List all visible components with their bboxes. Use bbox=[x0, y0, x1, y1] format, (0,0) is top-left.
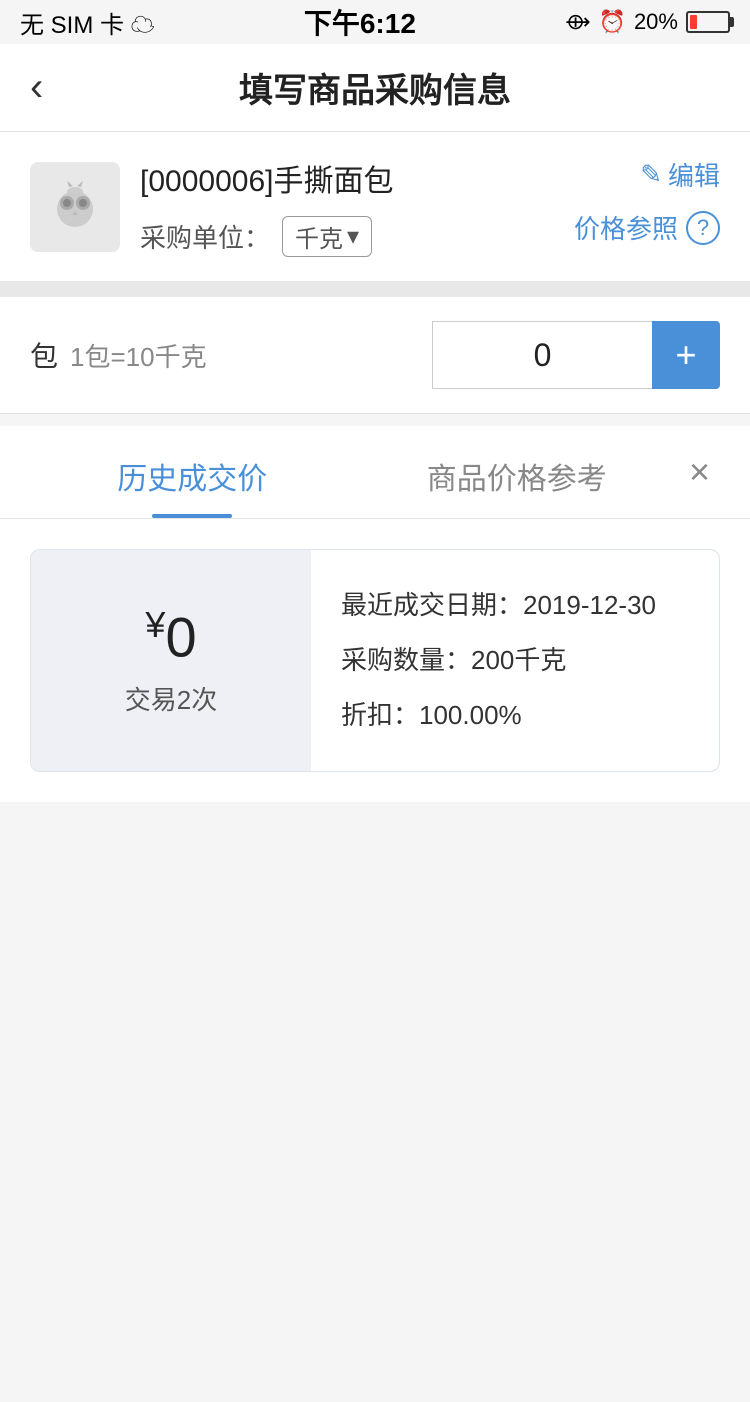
discount-label: 折扣： bbox=[341, 700, 419, 730]
history-card-details: 最近成交日期：2019-12-30 采购数量：200千克 折扣：100.00% bbox=[311, 550, 719, 771]
product-info: [0000006]手撕面包 采购单位： 千克 ▾ bbox=[140, 156, 393, 257]
back-button[interactable]: ‹ bbox=[30, 65, 43, 110]
purchase-qty-row: 采购数量：200千克 bbox=[341, 641, 689, 680]
discount-value: 100.00% bbox=[419, 700, 522, 730]
price-ref-help-icon: ? bbox=[686, 211, 720, 245]
quantity-label: 包 1包=10千克 bbox=[30, 335, 207, 375]
recent-date-label: 最近成交日期： bbox=[341, 590, 523, 620]
quantity-input[interactable]: 0 bbox=[432, 321, 652, 389]
price-reference-button[interactable]: 价格参照 ? bbox=[574, 209, 720, 246]
product-name: [0000006]手撕面包 bbox=[140, 156, 393, 200]
unit-label: 采购单位： bbox=[140, 218, 270, 255]
tab-content-history: ¥0 交易2次 最近成交日期：2019-12-30 采购数量：200千克 折扣：… bbox=[0, 519, 750, 802]
page-title: 填写商品采购信息 bbox=[239, 63, 511, 112]
discount-row: 折扣：100.00% bbox=[341, 696, 689, 735]
unit-dropdown[interactable]: 千克 ▾ bbox=[282, 216, 372, 257]
history-card: ¥0 交易2次 最近成交日期：2019-12-30 采购数量：200千克 折扣：… bbox=[30, 549, 720, 772]
alarm-icon: ⏰ bbox=[599, 9, 626, 35]
quantity-row: 包 1包=10千克 0 + bbox=[0, 297, 750, 413]
edit-icon: ✎ bbox=[640, 159, 662, 190]
tab-history-price[interactable]: 历史成交价 bbox=[30, 426, 354, 518]
bottom-empty-area bbox=[0, 802, 750, 1402]
product-thumbnail bbox=[30, 162, 120, 252]
status-time: 下午6:12 bbox=[304, 2, 416, 42]
location-icon: ⟴ bbox=[565, 9, 590, 35]
section-divider bbox=[0, 281, 750, 297]
edit-button[interactable]: ✎ 编辑 bbox=[640, 156, 720, 193]
product-section: [0000006]手撕面包 采购单位： 千克 ▾ ✎ 编辑 价格参照 ? bbox=[0, 132, 750, 281]
purchase-qty-label: 采购数量： bbox=[341, 645, 471, 675]
quantity-controls: 0 + bbox=[432, 321, 720, 389]
quantity-plus-button[interactable]: + bbox=[652, 321, 720, 389]
product-header: [0000006]手撕面包 采购单位： 千克 ▾ ✎ 编辑 价格参照 ? bbox=[30, 156, 720, 257]
battery-percent: 20% bbox=[634, 9, 678, 35]
recent-date-value: 2019-12-30 bbox=[523, 590, 656, 620]
sim-status: 无 SIM 卡 ☁ bbox=[20, 5, 155, 40]
status-left: 无 SIM 卡 ☁ bbox=[20, 5, 155, 40]
battery-icon bbox=[686, 11, 730, 33]
owl-logo-icon bbox=[45, 177, 105, 237]
history-price: ¥0 bbox=[145, 604, 196, 670]
status-bar: 无 SIM 卡 ☁ 下午6:12 ⟴ ⏰ 20% bbox=[0, 0, 750, 44]
product-unit-row: 采购单位： 千克 ▾ bbox=[140, 216, 393, 257]
pack-label: 包 bbox=[30, 335, 58, 375]
history-card-price-area: ¥0 交易2次 bbox=[31, 550, 311, 771]
tab-product-price-ref[interactable]: 商品价格参考 bbox=[354, 426, 678, 518]
currency-symbol: ¥ bbox=[145, 604, 165, 645]
nav-bar: ‹ 填写商品采购信息 bbox=[0, 44, 750, 132]
row-separator bbox=[0, 413, 750, 414]
pack-unit-text: 1包=10千克 bbox=[70, 337, 207, 374]
recent-date-row: 最近成交日期：2019-12-30 bbox=[341, 586, 689, 625]
status-right: ⟴ ⏰ 20% bbox=[565, 9, 730, 35]
history-trades-count: 交易2次 bbox=[125, 680, 217, 717]
product-right: ✎ 编辑 价格参照 ? bbox=[574, 156, 720, 246]
product-left: [0000006]手撕面包 采购单位： 千克 ▾ bbox=[30, 156, 393, 257]
purchase-qty-value: 200千克 bbox=[471, 645, 566, 675]
tab-close-button[interactable]: × bbox=[679, 431, 720, 513]
tab-section: 历史成交价 商品价格参考 × ¥0 交易2次 最近成交日期：2019-12-30… bbox=[0, 426, 750, 802]
tab-bar: 历史成交价 商品价格参考 × bbox=[0, 426, 750, 519]
